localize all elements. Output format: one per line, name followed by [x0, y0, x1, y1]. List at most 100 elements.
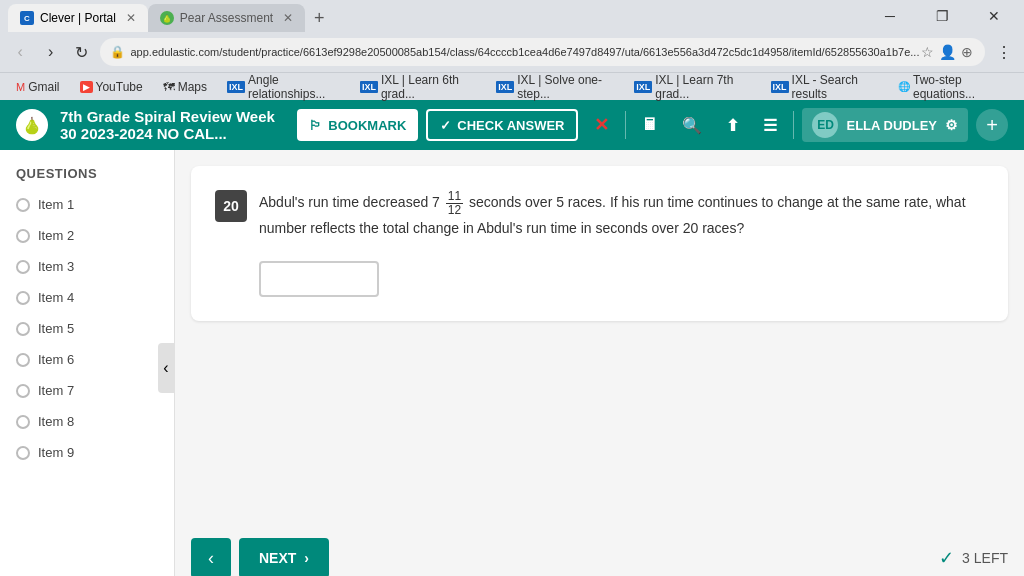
sidebar-collapse-button[interactable]: ‹: [158, 343, 174, 393]
user-settings-icon: ⚙: [945, 117, 958, 133]
close-button[interactable]: ✕: [972, 2, 1016, 30]
bookmark-star-icon[interactable]: ☆: [919, 44, 935, 60]
address-bar: ‹ › ↻ 🔒 app.edulastic.com/student/practi…: [0, 32, 1024, 72]
new-tab-button[interactable]: +: [305, 4, 333, 32]
app-logo: 🍐: [16, 109, 48, 141]
url-bar[interactable]: 🔒 app.edulastic.com/student/practice/661…: [100, 38, 986, 66]
status-count: 3 LEFT: [962, 550, 1008, 566]
sidebar-radio-1: [16, 198, 30, 212]
answer-input[interactable]: [259, 261, 379, 297]
tab-clever-close[interactable]: ✕: [126, 11, 136, 25]
bookmark-maps-label: Maps: [178, 80, 207, 94]
tab-clever[interactable]: C Clever | Portal ✕: [8, 4, 148, 32]
bookmark-ixl-search-label: IXL - Search results: [792, 73, 878, 101]
bookmark-flag-icon: 🏳: [309, 118, 322, 133]
sidebar-radio-7: [16, 384, 30, 398]
browser-tabs: C Clever | Portal ✕ 🍐 Pear Assessment ✕ …: [8, 0, 333, 32]
bookmark-gmail[interactable]: M Gmail: [8, 78, 68, 96]
header-divider: [625, 111, 626, 139]
extension-icon[interactable]: ⊕: [959, 44, 975, 60]
bookmark-button[interactable]: 🏳 BOOKMARK: [297, 109, 418, 141]
sidebar-item-1[interactable]: Item 1: [0, 189, 174, 220]
sidebar-radio-2: [16, 229, 30, 243]
question-text: Abdul's run time decreased 7 11 12 secon…: [259, 190, 984, 241]
nav-status: ✓ 3 LEFT: [939, 547, 1008, 569]
check-answer-button[interactable]: ✓ CHECK ANSWER: [426, 109, 578, 141]
bookmark-youtube[interactable]: ▶ YouTube: [72, 78, 151, 96]
prev-button[interactable]: ‹: [191, 538, 231, 576]
tab-pear-close[interactable]: ✕: [283, 11, 293, 25]
sidebar-radio-5: [16, 322, 30, 336]
user-avatar: ED: [812, 112, 838, 138]
bookmark-maps[interactable]: 🗺 Maps: [155, 78, 215, 96]
user-menu-button[interactable]: ED ELLA DUDLEY ⚙: [802, 108, 968, 142]
content-area: 20 Abdul's run time decreased 7 11 12 se…: [175, 150, 1024, 530]
sidebar-item-2[interactable]: Item 2: [0, 220, 174, 251]
bookmark-ixl6-label: IXL | Learn 6th grad...: [381, 73, 476, 101]
status-check-icon: ✓: [939, 547, 954, 569]
add-button[interactable]: +: [976, 109, 1008, 141]
sidebar-radio-4: [16, 291, 30, 305]
bookmark-angle-label: Angle relationships...: [248, 73, 340, 101]
search-button[interactable]: 🔍: [674, 109, 710, 141]
extensions-button[interactable]: ⋮: [991, 38, 1016, 66]
profile-icon[interactable]: 👤: [939, 44, 955, 60]
question-number: 20: [215, 190, 247, 222]
fraction: 11 12: [446, 190, 463, 217]
checkmark-icon: ✓: [440, 118, 451, 133]
sidebar-item-8[interactable]: Item 8: [0, 406, 174, 437]
sidebar-radio-8: [16, 415, 30, 429]
upload-button[interactable]: ⬆: [718, 109, 747, 141]
calculator-button[interactable]: 🖩: [634, 109, 666, 141]
bookmarks-bar: M Gmail ▶ YouTube 🗺 Maps IXL Angle relat…: [0, 72, 1024, 100]
bookmark-ixl-solve-label: IXL | Solve one-step...: [517, 73, 614, 101]
header-actions: 🏳 BOOKMARK ✓ CHECK ANSWER ✕ 🖩 🔍 ⬆ ☰ ED E…: [297, 108, 1008, 142]
browser-title-bar: C Clever | Portal ✕ 🍐 Pear Assessment ✕ …: [0, 0, 1024, 32]
answer-section: [259, 261, 984, 297]
sidebar-heading: QUESTIONS: [0, 158, 174, 189]
main-layout: QUESTIONS Item 1 Item 2 Item 3 Item 4 It…: [0, 150, 1024, 576]
next-label: NEXT: [259, 550, 296, 566]
sidebar-item-6[interactable]: Item 6: [0, 344, 174, 375]
back-button[interactable]: ‹: [8, 38, 33, 66]
content-wrapper: 20 Abdul's run time decreased 7 11 12 se…: [175, 150, 1024, 576]
app-title: 7th Grade Spiral Review Week 30 2023-202…: [60, 108, 285, 142]
next-button[interactable]: NEXT ›: [239, 538, 329, 576]
close-question-button[interactable]: ✕: [586, 109, 617, 141]
url-text: app.edulastic.com/student/practice/6613e…: [131, 46, 920, 58]
bookmark-ixl7[interactable]: IXL IXL | Learn 7th grad...: [626, 71, 758, 103]
tab-pear[interactable]: 🍐 Pear Assessment ✕: [148, 4, 305, 32]
sidebar-radio-6: [16, 353, 30, 367]
menu-button[interactable]: ☰: [755, 109, 785, 141]
bookmark-ixl-search[interactable]: IXL IXL - Search results: [763, 71, 886, 103]
sidebar-item-9[interactable]: Item 9: [0, 437, 174, 468]
sidebar-radio-9: [16, 446, 30, 460]
app-header: 🍐 7th Grade Spiral Review Week 30 2023-2…: [0, 100, 1024, 150]
next-arrow-icon: ›: [304, 550, 309, 566]
window-controls: ─ ❐ ✕: [868, 2, 1016, 30]
sidebar-item-5[interactable]: Item 5: [0, 313, 174, 344]
reload-button[interactable]: ↻: [69, 38, 94, 66]
sidebar-item-7[interactable]: Item 7: [0, 375, 174, 406]
nav-footer: ‹ NEXT › ✓ 3 LEFT: [175, 530, 1024, 576]
bookmark-ixl7-label: IXL | Learn 7th grad...: [655, 73, 750, 101]
tab-clever-title: Clever | Portal: [40, 11, 116, 25]
question-card: 20 Abdul's run time decreased 7 11 12 se…: [191, 166, 1008, 321]
bookmark-angle[interactable]: IXL Angle relationships...: [219, 71, 348, 103]
minimize-button[interactable]: ─: [868, 2, 912, 30]
fraction-numerator: 11: [446, 190, 463, 204]
bookmark-ixl6[interactable]: IXL IXL | Learn 6th grad...: [352, 71, 484, 103]
prev-arrow-icon: ‹: [208, 548, 214, 569]
forward-button[interactable]: ›: [39, 38, 64, 66]
header-divider-2: [793, 111, 794, 139]
sidebar-radio-3: [16, 260, 30, 274]
sidebar-item-4[interactable]: Item 4: [0, 282, 174, 313]
user-name: ELLA DUDLEY: [846, 118, 937, 133]
bookmark-twostep[interactable]: 🌐 Two-step equations...: [890, 71, 1016, 103]
maximize-button[interactable]: ❐: [920, 2, 964, 30]
question-text-block: Abdul's run time decreased 7 11 12 secon…: [259, 190, 984, 241]
fraction-denominator: 12: [446, 204, 463, 217]
bookmark-gmail-label: Gmail: [28, 80, 59, 94]
sidebar-item-3[interactable]: Item 3: [0, 251, 174, 282]
bookmark-ixl-solve[interactable]: IXL IXL | Solve one-step...: [488, 71, 622, 103]
